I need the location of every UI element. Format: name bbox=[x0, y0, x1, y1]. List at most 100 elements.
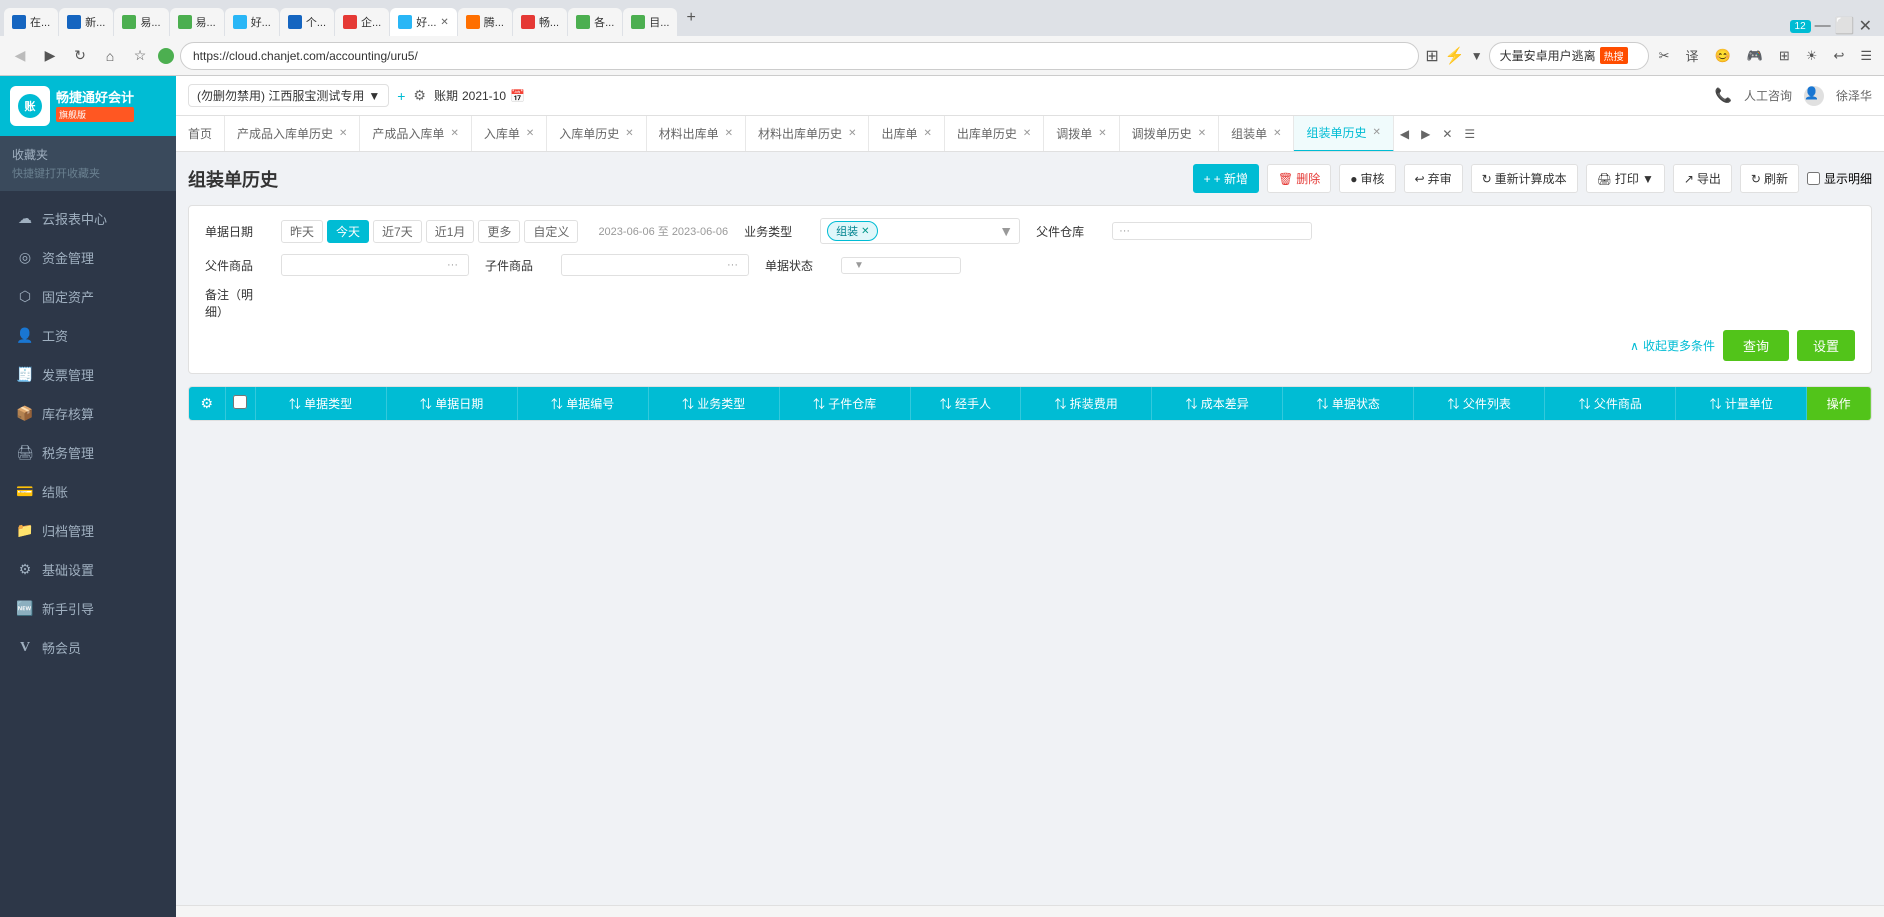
scissors-icon[interactable]: ✂ bbox=[1655, 46, 1674, 66]
date-btn-7days[interactable]: 近7天 bbox=[373, 220, 422, 243]
table-th-handler[interactable]: ⇅ 经手人 bbox=[910, 387, 1020, 420]
child-goods-more[interactable]: ··· bbox=[723, 257, 742, 273]
order-status-select[interactable]: ▼ bbox=[841, 257, 961, 274]
qr-code-icon[interactable]: ⊞ bbox=[1425, 46, 1438, 66]
table-th-disassembly-fee[interactable]: ⇅ 拆装费用 bbox=[1021, 387, 1152, 420]
nav-tab-assembly-close[interactable]: ✕ bbox=[1273, 128, 1281, 139]
date-btn-more[interactable]: 更多 bbox=[478, 220, 520, 243]
translate-icon[interactable]: 译 bbox=[1681, 44, 1702, 67]
table-th-biz-type[interactable]: ⇅ 业务类型 bbox=[648, 387, 779, 420]
sidebar-item-invoice[interactable]: 🧾 发票管理 bbox=[0, 355, 176, 394]
nav-tab-in[interactable]: 入库单 ✕ bbox=[472, 116, 547, 152]
browser-tab-5[interactable]: 好... bbox=[225, 8, 279, 36]
abandon-button[interactable]: ↩ 弃审 bbox=[1404, 164, 1463, 193]
calendar-icon[interactable]: 📅 bbox=[510, 89, 525, 103]
menu-icon[interactable]: ☰ bbox=[1856, 46, 1876, 66]
nav-tabs-left-arrow[interactable]: ◀ bbox=[1394, 127, 1415, 141]
table-th-number[interactable]: ⇅ 单据编号 bbox=[517, 387, 648, 420]
recalculate-button[interactable]: ↻ 重新计算成本 bbox=[1471, 164, 1578, 193]
parent-warehouse-more[interactable]: ··· bbox=[1119, 225, 1130, 237]
user-service[interactable]: 人工咨询 bbox=[1744, 87, 1792, 104]
browser-tab-6[interactable]: 个... bbox=[280, 8, 334, 36]
browser-tab-1[interactable]: 在... bbox=[4, 8, 58, 36]
sun-icon[interactable]: ☀ bbox=[1802, 46, 1822, 66]
nav-tab-out-history[interactable]: 出库单历史 ✕ bbox=[945, 116, 1044, 152]
close-window-button[interactable]: ✕ bbox=[1859, 16, 1872, 36]
sidebar-item-cloud-report[interactable]: ☁ 云报表中心 bbox=[0, 199, 176, 238]
table-th-type[interactable]: ⇅ 单据类型 bbox=[255, 387, 386, 420]
nav-tab-out[interactable]: 出库单 ✕ bbox=[869, 116, 944, 152]
browser-tab-8[interactable]: 好... ✕ bbox=[390, 8, 457, 36]
refresh-nav-button[interactable]: ↻ bbox=[68, 44, 92, 68]
table-th-parent-list[interactable]: ⇅ 父件列表 bbox=[1414, 387, 1545, 420]
game-icon[interactable]: 🎮 bbox=[1743, 46, 1767, 66]
export-button[interactable]: ↗ 导出 bbox=[1673, 164, 1732, 193]
nav-tab-material-out[interactable]: 材料出库单 ✕ bbox=[647, 116, 746, 152]
sidebar-item-inventory[interactable]: 📦 库存核算 bbox=[0, 394, 176, 433]
nav-tab-prod-in-close[interactable]: ✕ bbox=[450, 128, 458, 139]
new-tab-button[interactable]: + bbox=[678, 9, 703, 27]
nav-tab-material-out-close[interactable]: ✕ bbox=[725, 128, 733, 139]
business-type-tag-close[interactable]: ✕ bbox=[861, 226, 869, 237]
nav-tab-out-history-close[interactable]: ✕ bbox=[1023, 128, 1031, 139]
parent-goods-input[interactable] bbox=[288, 258, 443, 272]
table-th-checkbox[interactable] bbox=[225, 387, 255, 420]
nav-tab-assembly-history[interactable]: 组装单历史 ✕ bbox=[1294, 116, 1393, 152]
table-th-child-wh[interactable]: ⇅ 子件仓库 bbox=[779, 387, 910, 420]
search-box[interactable]: 大量安卓用户逃离 热搜 bbox=[1489, 42, 1649, 70]
browser-tab-10[interactable]: 畅... bbox=[513, 8, 567, 36]
query-button[interactable]: 查询 bbox=[1723, 330, 1789, 361]
table-th-cost-diff[interactable]: ⇅ 成本差异 bbox=[1152, 387, 1283, 420]
nav-tab-material-out-history-close[interactable]: ✕ bbox=[848, 128, 856, 139]
collapse-btn[interactable]: ∧ 收起更多条件 bbox=[1630, 330, 1715, 361]
nav-tab-assembly[interactable]: 组装单 ✕ bbox=[1219, 116, 1294, 152]
print-button[interactable]: 🖨 打印 ▼ bbox=[1586, 164, 1665, 193]
nav-tabs-close-all[interactable]: ✕ bbox=[1436, 127, 1458, 141]
sidebar-item-tax[interactable]: 🖨 税务管理 bbox=[0, 433, 176, 472]
nav-tab-assembly-history-close[interactable]: ✕ bbox=[1373, 127, 1381, 138]
show-detail-label[interactable]: 显示明细 bbox=[1807, 170, 1872, 187]
nav-tab-home[interactable]: 首页 bbox=[176, 116, 225, 152]
browser-tab-12[interactable]: 目... bbox=[623, 8, 677, 36]
table-th-order-status[interactable]: ⇅ 单据状态 bbox=[1283, 387, 1414, 420]
home-button[interactable]: ⌂ bbox=[98, 44, 122, 68]
browser-tab-4[interactable]: 易... bbox=[170, 8, 224, 36]
child-goods-filter[interactable]: ··· bbox=[561, 254, 749, 276]
nav-tab-transfer-history[interactable]: 调拨单历史 ✕ bbox=[1120, 116, 1219, 152]
browser-tab-2[interactable]: 新... bbox=[59, 8, 113, 36]
forward-button[interactable]: ▶ bbox=[38, 44, 62, 68]
parent-goods-more[interactable]: ··· bbox=[443, 257, 462, 273]
nav-tab-transfer-close[interactable]: ✕ bbox=[1098, 128, 1106, 139]
parent-warehouse-filter[interactable]: ··· bbox=[1112, 222, 1312, 240]
date-btn-custom[interactable]: 自定义 bbox=[524, 220, 578, 243]
table-settings-icon[interactable]: ⚙ bbox=[200, 395, 213, 411]
nav-tab-prod-in-history-close[interactable]: ✕ bbox=[339, 128, 347, 139]
browser-tab-3[interactable]: 易... bbox=[114, 8, 168, 36]
sidebar-item-fund[interactable]: ◎ 资金管理 bbox=[0, 238, 176, 277]
sidebar-item-archive[interactable]: 📁 归档管理 bbox=[0, 511, 176, 550]
undo-icon[interactable]: ↩ bbox=[1829, 46, 1848, 66]
maximize-button[interactable]: ⬜ bbox=[1835, 16, 1855, 36]
nav-tab-transfer-history-close[interactable]: ✕ bbox=[1198, 128, 1206, 139]
date-btn-today[interactable]: 今天 bbox=[327, 220, 369, 243]
add-button[interactable]: + + 新增 bbox=[1193, 164, 1259, 193]
add-company-icon[interactable]: + bbox=[397, 88, 405, 104]
child-goods-input[interactable] bbox=[568, 258, 723, 272]
scroll-bar-area[interactable] bbox=[176, 905, 1884, 917]
minimize-button[interactable]: — bbox=[1815, 17, 1831, 35]
audit-button[interactable]: ● 审核 bbox=[1339, 164, 1395, 193]
sidebar-item-guide[interactable]: 🆕 新手引导 bbox=[0, 589, 176, 628]
date-btn-1month[interactable]: 近1月 bbox=[426, 220, 475, 243]
settings-button[interactable]: 设置 bbox=[1797, 330, 1855, 361]
settings-icon[interactable]: ⚙ bbox=[413, 87, 426, 104]
sidebar-item-settlement[interactable]: 💳 结账 bbox=[0, 472, 176, 511]
sidebar-item-basic[interactable]: ⚙ 基础设置 bbox=[0, 550, 176, 589]
bookmark-button[interactable]: ☆ bbox=[128, 44, 152, 68]
emoji-icon[interactable]: 😊 bbox=[1711, 46, 1735, 66]
refresh-button[interactable]: ↻ 刷新 bbox=[1740, 164, 1799, 193]
date-btn-yesterday[interactable]: 昨天 bbox=[281, 220, 323, 243]
business-type-filter[interactable]: 组装 ✕ ▼ bbox=[820, 218, 1020, 244]
sidebar-favorites[interactable]: 收藏夹 快捷键打开收藏夹 bbox=[0, 136, 176, 191]
table-th-date[interactable]: ⇅ 单据日期 bbox=[386, 387, 517, 420]
grid-icon[interactable]: ⊞ bbox=[1775, 46, 1794, 66]
